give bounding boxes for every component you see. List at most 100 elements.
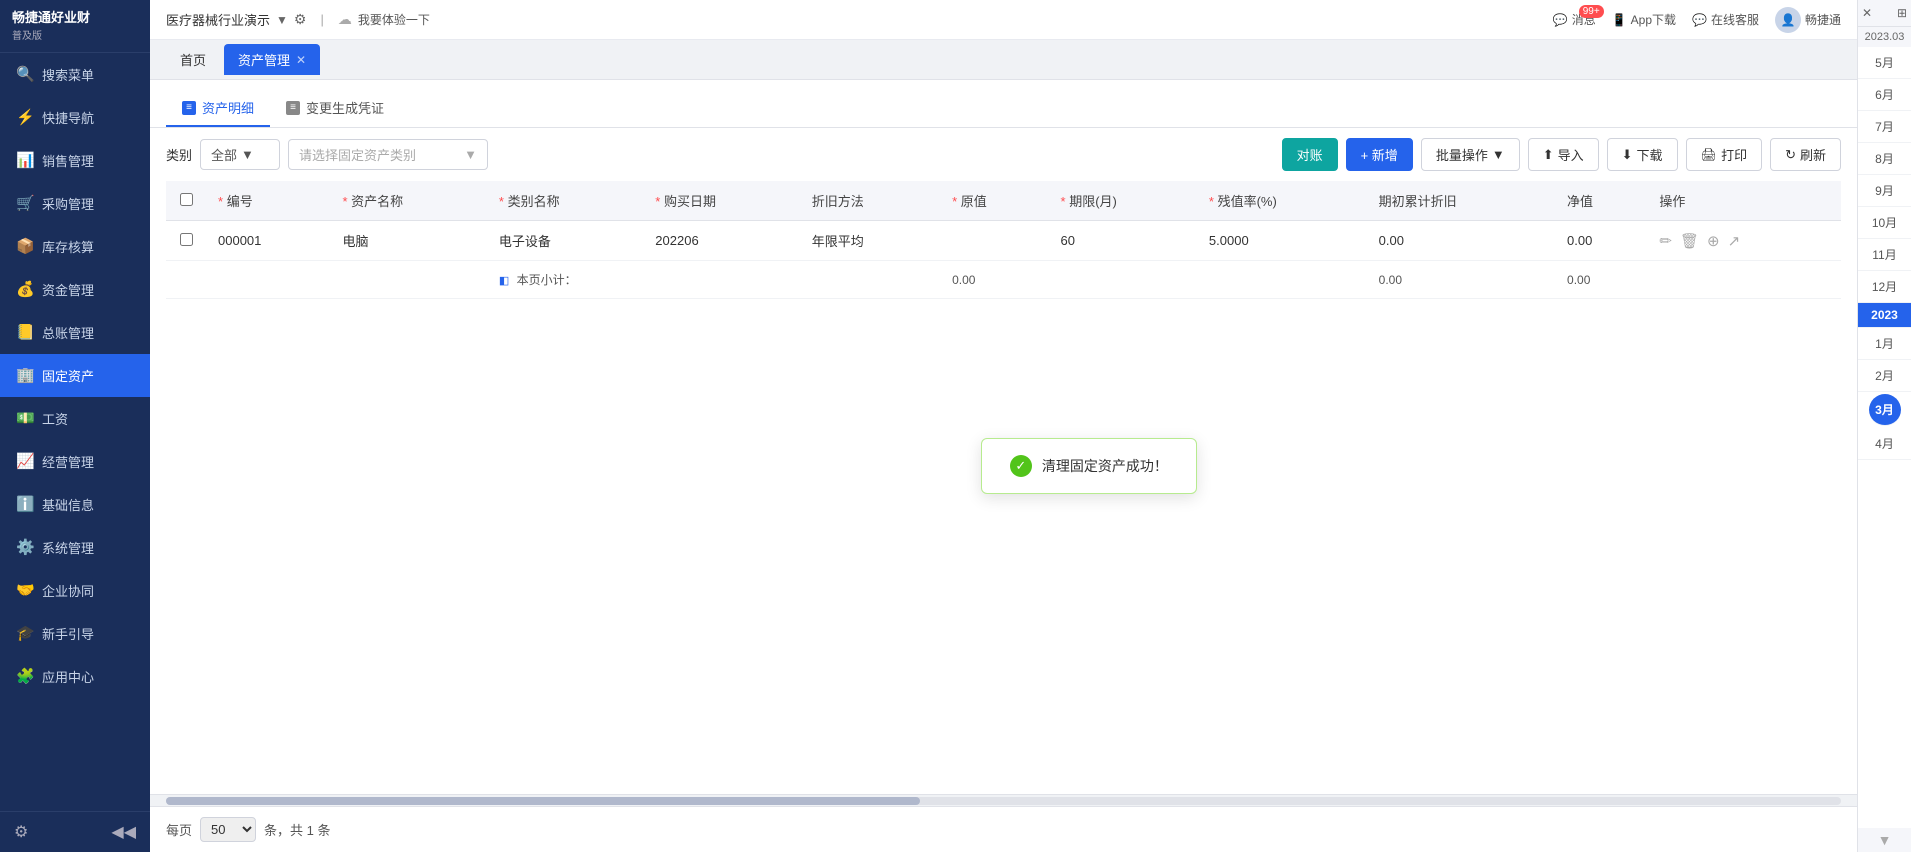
- subtotal-empty-4: [1049, 261, 1197, 299]
- download-button[interactable]: ⬇ 下载: [1607, 138, 1678, 171]
- cart-icon: 🛒: [16, 194, 34, 212]
- delete-icon[interactable]: 🗑: [1680, 232, 1699, 250]
- header-period: * 期限(月): [1049, 181, 1197, 221]
- app-download-button[interactable]: 📱 App下载: [1612, 11, 1676, 28]
- per-page-select[interactable]: 50 100: [200, 817, 256, 842]
- filter-label: 类别: [166, 145, 192, 164]
- edit-icon[interactable]: ✏: [1659, 232, 1672, 250]
- cal-month-11[interactable]: 11月: [1858, 239, 1911, 271]
- cal-month-12[interactable]: 12月: [1858, 271, 1911, 303]
- cal-month-3-active[interactable]: 3月: [1869, 394, 1901, 426]
- scrollbar-thumb[interactable]: [166, 797, 920, 805]
- cal-month-9[interactable]: 9月: [1858, 175, 1911, 207]
- batch-ops-button[interactable]: 批量操作 ▼: [1421, 138, 1520, 171]
- copy-icon[interactable]: ⊕: [1707, 232, 1720, 250]
- cal-month-7[interactable]: 7月: [1858, 111, 1911, 143]
- select-all-checkbox[interactable]: [180, 193, 193, 206]
- sidebar-item-basic[interactable]: ℹ️ 基础信息: [0, 483, 150, 526]
- cal-month-4[interactable]: 4月: [1858, 428, 1911, 460]
- sidebar-item-ledger[interactable]: 📒 总账管理: [0, 311, 150, 354]
- print-button[interactable]: 🖨 打印: [1686, 138, 1763, 171]
- add-button[interactable]: + 新增: [1346, 138, 1413, 171]
- category-dropdown[interactable]: 全部 ▼: [200, 139, 280, 170]
- collapse-icon[interactable]: ◀◀: [111, 822, 136, 842]
- row-checkbox[interactable]: [180, 233, 193, 246]
- horizontal-scrollbar[interactable]: [150, 794, 1857, 806]
- cal-month-5[interactable]: 5月: [1858, 47, 1911, 79]
- subtotal-icon: ◧: [499, 275, 509, 287]
- apps-icon: 🧩: [16, 667, 34, 685]
- sidebar-item-guide[interactable]: 🎓 新手引导: [0, 612, 150, 655]
- reconcile-button[interactable]: 对账: [1282, 138, 1338, 171]
- right-panel-calendar: ✕ ⊞ 2023.03 5月 6月 7月 8月 9月 10月 11月 12月 2…: [1857, 0, 1911, 852]
- row-checkbox-cell: [166, 221, 206, 261]
- book-icon: 📒: [16, 323, 34, 341]
- cal-month-10[interactable]: 10月: [1858, 207, 1911, 239]
- cal-month-2[interactable]: 2月: [1858, 360, 1911, 392]
- lightning-icon: ⚡: [16, 108, 34, 126]
- subtotal-empty-5: [1197, 261, 1367, 299]
- sidebar-item-funds[interactable]: 💰 资金管理: [0, 268, 150, 311]
- sidebar-item-fixed-assets[interactable]: 🏢 固定资产: [0, 354, 150, 397]
- subtotal-label: 本页小计：: [517, 273, 577, 287]
- settings-gear-icon[interactable]: ⚙: [294, 11, 307, 28]
- subtotal-empty-2: [206, 261, 330, 299]
- change-voucher-icon: ≡: [286, 101, 300, 115]
- subtotal-empty-3: [330, 261, 486, 299]
- dropdown-icon[interactable]: ▼: [276, 13, 288, 27]
- more-icon[interactable]: ↗: [1728, 232, 1741, 250]
- calendar-scroll-down[interactable]: ▼: [1858, 828, 1911, 852]
- app-version: 普及版: [12, 27, 90, 42]
- sidebar-item-system[interactable]: ⚙️ 系统管理: [0, 526, 150, 569]
- toast-check-icon: ✓: [1010, 455, 1032, 477]
- subtotal-accumulated: 0.00: [1367, 261, 1555, 299]
- tab-asset-label: 资产管理: [238, 50, 290, 69]
- print-icon: 🖨: [1701, 147, 1718, 163]
- refresh-button[interactable]: ↻ 刷新: [1770, 138, 1841, 171]
- sidebar-item-purchase[interactable]: 🛒 采购管理: [0, 182, 150, 225]
- tab-close-icon[interactable]: ✕: [296, 54, 306, 66]
- cal-month-1[interactable]: 1月: [1858, 328, 1911, 360]
- sidebar-item-inventory[interactable]: 📦 库存核算: [0, 225, 150, 268]
- cal-month-6[interactable]: 6月: [1858, 79, 1911, 111]
- download-icon: ⬇: [1622, 147, 1633, 163]
- print-label: 打印: [1721, 145, 1747, 164]
- subtab-asset-detail[interactable]: ≡ 资产明细: [166, 90, 270, 127]
- settings-icon[interactable]: ⚙: [14, 822, 28, 842]
- batch-ops-label: 批量操作: [1436, 145, 1488, 164]
- calendar-months: 5月 6月 7月 8月 9月 10月 11月 12月 2023 1月 2月 3月…: [1858, 47, 1911, 828]
- online-service-button[interactable]: 💬 在线客服: [1692, 11, 1759, 28]
- sidebar-item-sales[interactable]: 📊 销售管理: [0, 139, 150, 182]
- cal-year-2023: 2023: [1858, 303, 1911, 328]
- sidebar-item-salary[interactable]: 💵 工资: [0, 397, 150, 440]
- table-body: 000001 电脑 电子设备 202206 年限平均 60 5.0000 0.0…: [166, 221, 1841, 299]
- subtotal-row: ◧ 本页小计： 0.00 0.00 0.00: [166, 261, 1841, 299]
- header-net-value: 净值: [1555, 181, 1647, 221]
- cal-month-8[interactable]: 8月: [1858, 143, 1911, 175]
- sidebar-item-nav[interactable]: ⚡ 快捷导航: [0, 96, 150, 139]
- sidebar-item-apps[interactable]: 🧩 应用中心: [0, 655, 150, 698]
- tab-asset-management[interactable]: 资产管理 ✕: [224, 44, 320, 75]
- sidebar-item-ops[interactable]: 📈 经营管理: [0, 440, 150, 483]
- calendar-expand-icon[interactable]: ⊞: [1897, 6, 1907, 20]
- tab-home[interactable]: 首页: [166, 44, 220, 75]
- sidebar-item-search[interactable]: 🔍 搜索菜单: [0, 53, 150, 96]
- subtotal-original: 0.00: [940, 261, 1048, 299]
- message-button[interactable]: 💬 消息 99+: [1553, 11, 1596, 28]
- content-area: ≡ 资产明细 ≡ 变更生成凭证 类别 全部 ▼ 请选择固定资产类别 ▼: [150, 80, 1857, 852]
- experience-label[interactable]: 我要体验一下: [358, 11, 430, 28]
- subtotal-actions-empty: [1647, 261, 1841, 299]
- subtotal-net: 0.00: [1555, 261, 1647, 299]
- sidebar-item-label: 工资: [42, 409, 68, 428]
- subtab-change-voucher[interactable]: ≡ 变更生成凭证: [270, 90, 400, 127]
- user-menu[interactable]: 👤 畅捷通: [1775, 7, 1841, 33]
- scrollbar-track: [166, 797, 1841, 805]
- sidebar-item-label: 资金管理: [42, 280, 94, 299]
- sidebar-item-collab[interactable]: 🤝 企业协同: [0, 569, 150, 612]
- calendar-collapse-icon[interactable]: ✕: [1862, 6, 1872, 20]
- category-input[interactable]: 请选择固定资产类别 ▼: [288, 139, 488, 170]
- sidebar-item-label: 基础信息: [42, 495, 94, 514]
- building-icon: 🏢: [16, 366, 34, 384]
- import-button[interactable]: ⬆ 导入: [1528, 138, 1599, 171]
- sidebar: 畅捷通好业财 普及版 🔍 搜索菜单 ⚡ 快捷导航 📊 销售管理 🛒 采购管理 📦…: [0, 0, 150, 852]
